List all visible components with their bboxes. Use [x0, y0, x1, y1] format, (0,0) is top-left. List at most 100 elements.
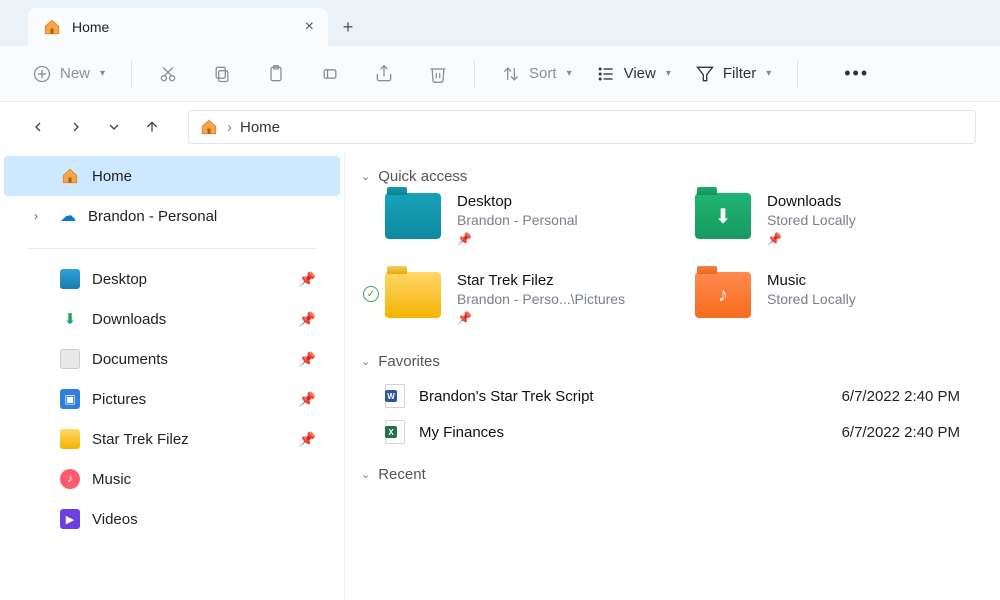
clipboard-group: [150, 58, 456, 90]
filter-label: Filter: [723, 65, 756, 82]
new-button[interactable]: New ▾: [24, 58, 113, 90]
more-button[interactable]: •••: [836, 57, 877, 90]
sidebar-item-documents[interactable]: Documents 📌: [0, 339, 344, 379]
main-area: Home › ☁ Brandon - Personal Desktop 📌 ⬇ …: [0, 152, 1000, 600]
breadcrumb-separator: ›: [227, 119, 232, 136]
item-title: Downloads: [767, 193, 856, 210]
chevron-down-icon: ▾: [766, 68, 771, 79]
sidebar-item-onedrive[interactable]: › ☁ Brandon - Personal: [0, 196, 344, 236]
sidebar-item-label: Home: [92, 168, 132, 185]
chevron-down-icon: ⌄: [361, 170, 370, 183]
view-button[interactable]: View ▾: [588, 58, 679, 90]
pin-icon: 📌: [299, 311, 316, 328]
pin-icon: 📌: [299, 431, 316, 448]
up-button[interactable]: [138, 113, 166, 141]
home-icon: [42, 17, 62, 37]
music-icon: ♪: [60, 469, 80, 489]
share-button[interactable]: [366, 58, 402, 90]
section-title: Favorites: [378, 353, 440, 370]
section-favorites-header[interactable]: ⌄ Favorites: [359, 347, 1000, 378]
rename-button[interactable]: [312, 58, 348, 90]
delete-button[interactable]: [420, 58, 456, 90]
chevron-down-icon: ▾: [666, 68, 671, 79]
section-title: Recent: [378, 466, 426, 483]
folder-icon: [60, 429, 80, 449]
sidebar-item-label: Videos: [92, 511, 138, 528]
chevron-down-icon: ▾: [567, 68, 572, 79]
separator: [131, 60, 132, 88]
sync-status-icon: ✓: [363, 286, 379, 302]
back-button[interactable]: [24, 113, 52, 141]
item-title: Music: [767, 272, 856, 289]
close-tab-button[interactable]: ×: [305, 18, 314, 36]
sort-label: Sort: [529, 65, 557, 82]
pictures-icon: ▣: [60, 389, 80, 409]
tab-bar: Home × +: [0, 0, 1000, 46]
sort-button[interactable]: Sort ▾: [493, 58, 580, 90]
section-title: Quick access: [378, 168, 467, 185]
section-quick-access-header[interactable]: ⌄ Quick access: [359, 162, 1000, 193]
sidebar-item-label: Downloads: [92, 311, 166, 328]
navigation-pane: Home › ☁ Brandon - Personal Desktop 📌 ⬇ …: [0, 152, 345, 600]
quick-access-grid: Desktop Brandon - Personal 📌 ✓ Star Trek…: [359, 193, 1000, 325]
pin-icon: 📌: [457, 232, 578, 246]
quick-access-item-downloads[interactable]: ⬇ Downloads Stored Locally 📌: [695, 193, 965, 246]
chevron-down-icon: ⌄: [361, 468, 370, 481]
folder-icon: [385, 272, 441, 318]
item-subtitle: Stored Locally: [767, 291, 856, 307]
sidebar-item-label: Pictures: [92, 391, 146, 408]
cloud-icon: ☁: [60, 206, 76, 226]
home-icon: [199, 117, 219, 137]
downloads-icon: ⬇: [60, 309, 80, 329]
chevron-down-icon: ▾: [100, 68, 105, 79]
sidebar-item-videos[interactable]: ▶ Videos: [0, 499, 344, 539]
pin-icon: 📌: [299, 351, 316, 368]
word-file-icon: W: [385, 384, 405, 408]
file-name: My Finances: [419, 424, 504, 441]
recent-locations-button[interactable]: [100, 113, 128, 141]
address-bar[interactable]: › Home: [188, 110, 976, 144]
quick-access-item-desktop[interactable]: Desktop Brandon - Personal 📌: [385, 193, 655, 246]
quick-access-item-music[interactable]: ♪ Music Stored Locally: [695, 272, 965, 318]
folder-icon: [385, 193, 441, 239]
pin-icon: 📌: [457, 311, 625, 325]
toolbar: New ▾ Sort ▾ View ▾ Filter ▾ •••: [0, 46, 1000, 102]
new-tab-button[interactable]: +: [328, 8, 368, 46]
navigation-row: › Home: [0, 102, 1000, 152]
new-label: New: [60, 65, 90, 82]
item-subtitle: Brandon - Perso...\Pictures: [457, 291, 625, 307]
sidebar-item-music[interactable]: ♪ Music: [0, 459, 344, 499]
separator: [28, 248, 316, 249]
excel-file-icon: X: [385, 420, 405, 444]
cut-button[interactable]: [150, 58, 186, 90]
separator: [474, 60, 475, 88]
item-title: Star Trek Filez: [457, 272, 625, 289]
paste-button[interactable]: [258, 58, 294, 90]
download-arrow-icon: ⬇: [715, 204, 732, 229]
file-date: 6/7/2022 2:40 PM: [842, 388, 960, 405]
section-recent-header[interactable]: ⌄ Recent: [359, 460, 1000, 491]
file-name: Brandon's Star Trek Script: [419, 388, 594, 405]
sidebar-item-pictures[interactable]: ▣ Pictures 📌: [0, 379, 344, 419]
pin-icon: 📌: [299, 271, 316, 288]
sidebar-item-startrek[interactable]: Star Trek Filez 📌: [0, 419, 344, 459]
sidebar-item-downloads[interactable]: ⬇ Downloads 📌: [0, 299, 344, 339]
tab-home[interactable]: Home ×: [28, 8, 328, 46]
pin-icon: 📌: [767, 232, 856, 246]
item-subtitle: Brandon - Personal: [457, 212, 578, 228]
favorites-list: W Brandon's Star Trek Script 6/7/2022 2:…: [359, 378, 1000, 450]
forward-button[interactable]: [62, 113, 90, 141]
copy-button[interactable]: [204, 58, 240, 90]
expand-icon[interactable]: ›: [34, 209, 38, 223]
favorite-item[interactable]: X My Finances 6/7/2022 2:40 PM: [385, 414, 1000, 450]
favorite-item[interactable]: W Brandon's Star Trek Script 6/7/2022 2:…: [385, 378, 1000, 414]
view-label: View: [624, 65, 656, 82]
sidebar-item-label: Star Trek Filez: [92, 431, 189, 448]
item-subtitle: Stored Locally: [767, 212, 856, 228]
sidebar-item-desktop[interactable]: Desktop 📌: [0, 259, 344, 299]
quick-access-item-startrek[interactable]: ✓ Star Trek Filez Brandon - Perso...\Pic…: [385, 272, 655, 325]
videos-icon: ▶: [60, 509, 80, 529]
chevron-down-icon: ⌄: [361, 355, 370, 368]
sidebar-item-home[interactable]: Home: [4, 156, 340, 196]
filter-button[interactable]: Filter ▾: [687, 58, 779, 90]
